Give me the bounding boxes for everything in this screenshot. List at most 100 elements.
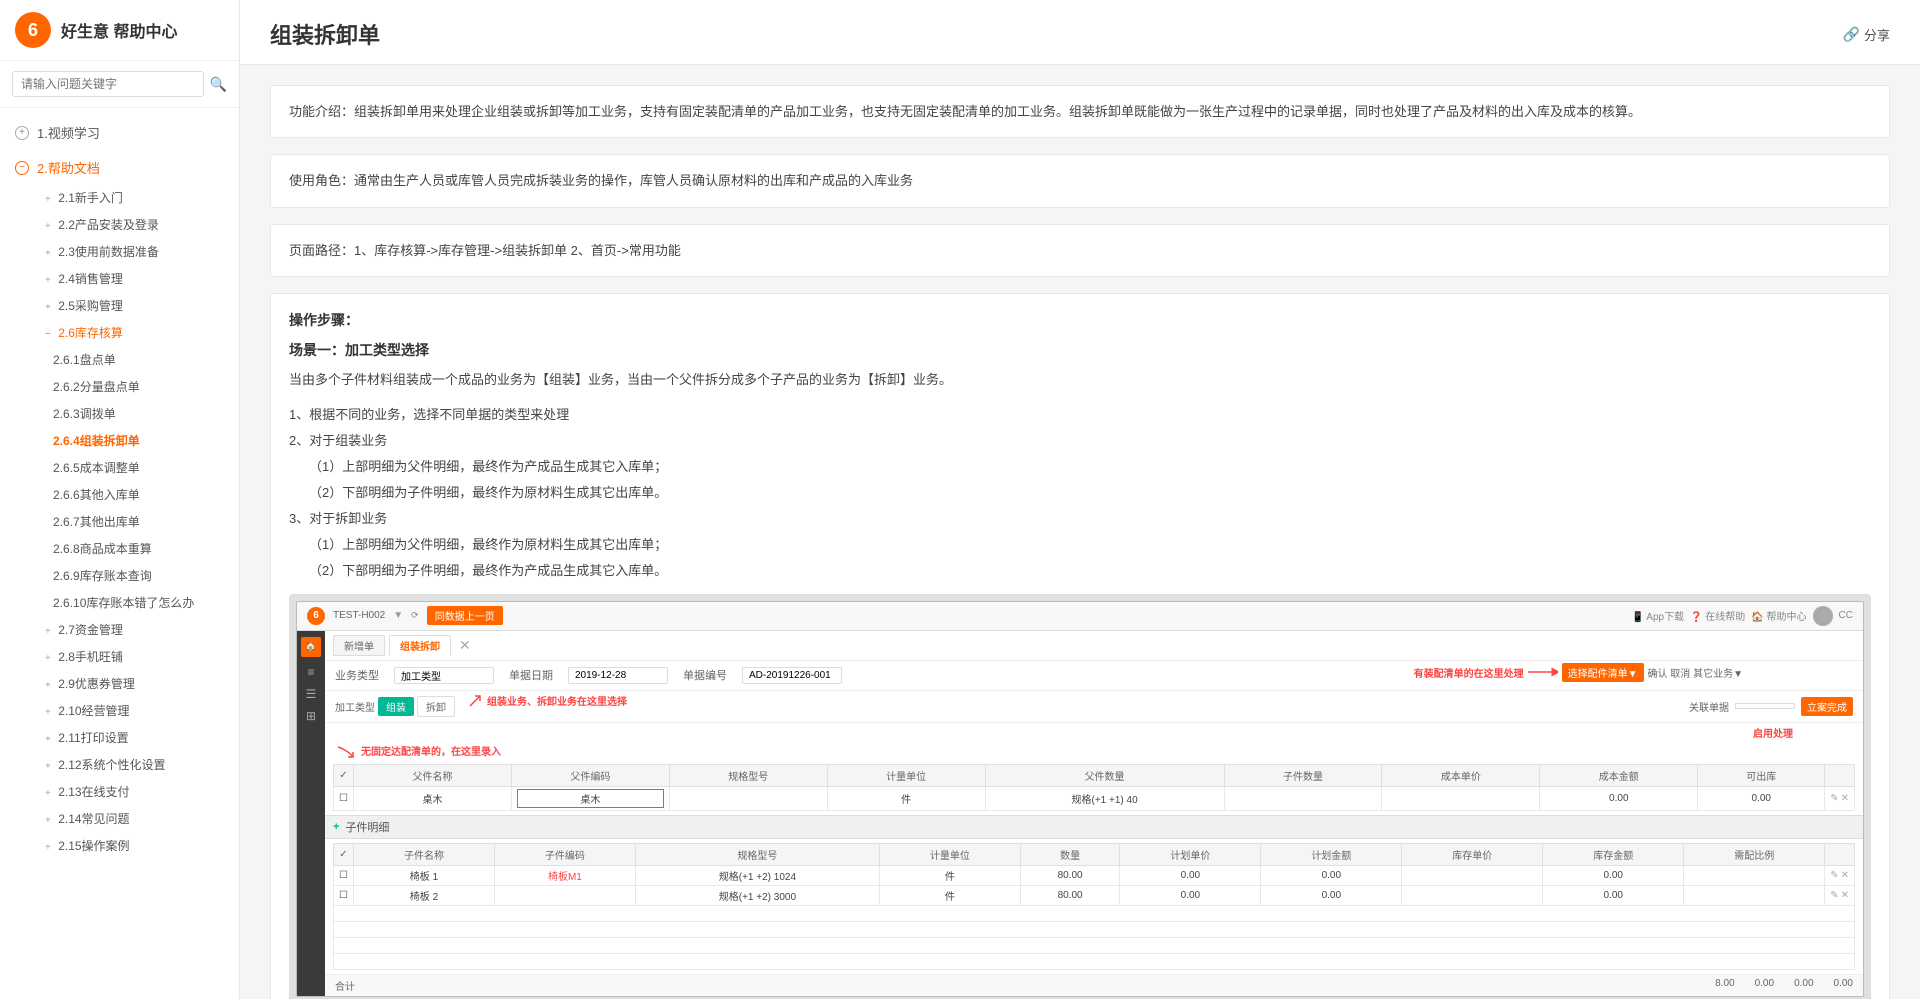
mock-upper-arrow	[333, 742, 357, 760]
role-box: 使用角色：通常由生产人员或库管人员完成拆装业务的操作，库管人员确认原材料的出库和…	[270, 154, 1890, 207]
mock-empty-row-2	[334, 921, 1855, 937]
mock-empty-row-1	[334, 905, 1855, 921]
mock-input-order[interactable]	[742, 667, 842, 684]
sidebar: 6 好生意 帮助中心 🔍 + 1.视频学习 − 2.帮助文档 + 2.1新手入门	[0, 0, 240, 999]
mock-edit-icon-2[interactable]: ✎	[1830, 890, 1838, 901]
sidebar-item-faq[interactable]: + 2.14常见问题	[35, 805, 239, 832]
share-button[interactable]: 🔗 分享	[1843, 25, 1890, 44]
plus-icon-210: +	[45, 707, 51, 718]
mock-total-right: 0.00	[1834, 978, 1853, 993]
mock-col-parent-name: 父件名称	[354, 764, 512, 786]
sidebar-item-data-prep[interactable]: + 2.3使用前数据准备	[35, 238, 239, 265]
plus-icon-21: +	[45, 194, 51, 205]
inventory-sub-children: 2.6.1盘点单 2.6.2分量盘点单 2.6.3调拨单 2.6.4组装拆卸单 …	[35, 346, 239, 616]
sidebar-item-ops[interactable]: + 2.10经营管理	[35, 697, 239, 724]
search-button[interactable]: 🔍	[210, 76, 227, 93]
sidebar-item-stock-fix[interactable]: 2.6.10库存账本错了怎么办	[45, 589, 239, 616]
mock-delete-icon-2[interactable]: ✕	[1841, 890, 1849, 901]
mock-appstore: 📱 App下载	[1632, 608, 1684, 623]
sidebar-item-cost-recalc[interactable]: 2.6.8商品成本重算	[45, 535, 239, 562]
plus-icon-214: +	[45, 815, 51, 826]
mock-cell-unit: 件	[827, 786, 985, 810]
mock-delete-icon[interactable]: ✕	[1841, 793, 1849, 804]
sidebar-item-print[interactable]: + 2.11打印设置	[35, 724, 239, 751]
mock-prev-btn[interactable]: 同数据上一页	[427, 606, 503, 625]
mock-cell-cprice	[1382, 786, 1540, 810]
mock-icon-bar: 🏠 ≡ ☰ ⊞	[297, 631, 325, 996]
app-name: 好生意 帮助中心	[61, 18, 177, 42]
plus-icon-28: +	[45, 653, 51, 664]
nav-section-2: − 2.帮助文档 + 2.1新手入门 + 2.2产品安装及登录 + 2.3使用前…	[0, 151, 239, 859]
steps-list: 1、根据不同的业务，选择不同单据的类型来处理 2、对于组装业务 （1）上部明细为…	[289, 402, 1871, 584]
mock-tab-new[interactable]: 新增单	[333, 635, 385, 656]
sidebar-item-payment[interactable]: + 2.13在线支付	[35, 778, 239, 805]
mock-tab-assembly[interactable]: 组装拆卸	[389, 635, 451, 656]
mock-type-assemble[interactable]: 组装	[378, 697, 414, 716]
mock-process-annotation-row: 启用处理	[325, 723, 1863, 742]
mock-logo: 6	[307, 607, 325, 625]
sidebar-item-other-out[interactable]: 2.6.7其他出库单	[45, 508, 239, 535]
mock-lh-ratio: 需配比例	[1684, 843, 1825, 865]
mock-close-icon[interactable]: ✕	[459, 637, 471, 654]
nav-section-1: + 1.视频学习	[0, 116, 239, 149]
mock-label-order: 单据编号	[683, 667, 727, 683]
sidebar-item-install[interactable]: + 2.2产品安装及登录	[35, 211, 239, 238]
sidebar-item-assembly[interactable]: 2.6.4组装拆卸单	[45, 427, 239, 454]
mock-type-disassemble[interactable]: 拆卸	[417, 696, 455, 717]
mock-icon-3: ⊞	[306, 709, 316, 723]
mock-delete-icon-1[interactable]: ✕	[1841, 870, 1849, 881]
mock-lh-check: ✓	[334, 843, 354, 865]
step2-sub2: （2）下部明细为子件明细，最终作为原材料生成其它出库单。	[309, 480, 1871, 506]
sidebar-item-custom[interactable]: + 2.12系统个性化设置	[35, 751, 239, 778]
table-row	[334, 905, 1855, 921]
sidebar-item-stock-query[interactable]: 2.6.9库存账本查询	[45, 562, 239, 589]
sidebar-item-transfer[interactable]: 2.6.3调拨单	[45, 400, 239, 427]
mock-type-label: 加工类型	[335, 699, 375, 714]
mock-ld-check-2[interactable]: ☐	[334, 885, 354, 905]
sidebar-item-cases[interactable]: + 2.15操作案例	[35, 832, 239, 859]
mock-col-check: ✓	[334, 764, 354, 786]
mock-cell-avail: 0.00	[1698, 786, 1825, 810]
mock-ld-unit-2: 件	[879, 885, 1020, 905]
sidebar-item-inventory[interactable]: − 2.6库存核算	[35, 319, 239, 346]
sidebar-item-purchase[interactable]: + 2.5采购管理	[35, 292, 239, 319]
mock-empty-row-3	[334, 937, 1855, 953]
mock-edit-icon[interactable]: ✎	[1830, 793, 1838, 804]
mock-choose-btn[interactable]: 选择配件清单▼	[1562, 663, 1644, 682]
screenshot: 6 TEST-H002 ▼ ⟳ 同数据上一页 📱 App下载 ❓ 在线帮助 🏠 …	[289, 594, 1871, 999]
sidebar-item-stocktake[interactable]: 2.6.1盘点单	[45, 346, 239, 373]
sidebar-item-beginner[interactable]: + 2.1新手入门	[35, 184, 239, 211]
mock-process-input[interactable]	[1735, 703, 1795, 709]
mock-input-date[interactable]	[568, 667, 668, 684]
mock-ld-spec-1: 规格(+1 +2) 1024	[635, 865, 879, 885]
sidebar-item-cost-adjust[interactable]: 2.6.5成本调整单	[45, 454, 239, 481]
plus-icon-25: +	[45, 302, 51, 313]
mock-total-qty: 8.00	[1715, 978, 1734, 993]
mock-edit-icon-1[interactable]: ✎	[1830, 870, 1838, 881]
sidebar-item-finance[interactable]: + 2.7资金管理	[35, 616, 239, 643]
mock-row-actions: ✎ ✕	[1830, 793, 1849, 804]
sidebar-item-other-in[interactable]: 2.6.6其他入库单	[45, 481, 239, 508]
sidebar-item-mobile[interactable]: + 2.8手机旺铺	[35, 643, 239, 670]
sidebar-item-partial-stocktake[interactable]: 2.6.2分量盘点单	[45, 373, 239, 400]
mock-cell-check[interactable]: ☐	[334, 786, 354, 810]
mock-process-ann-text: 启用处理	[1753, 725, 1793, 740]
mock-ld-unit-1: 件	[879, 865, 1020, 885]
sidebar-item-coupon[interactable]: + 2.9优惠券管理	[35, 670, 239, 697]
plus-icon-211: +	[45, 734, 51, 745]
sidebar-item-docs[interactable]: − 2.帮助文档	[0, 151, 239, 184]
sidebar-item-videos[interactable]: + 1.视频学习	[0, 116, 239, 149]
mock-ld-check-1[interactable]: ☐	[334, 865, 354, 885]
plus-icon-215: +	[45, 842, 51, 853]
sidebar-item-sales[interactable]: + 2.4销售管理	[35, 265, 239, 292]
mock-lh-stock-amt: 库存金额	[1543, 843, 1684, 865]
sidebar-header: 6 好生意 帮助中心	[0, 0, 239, 61]
table-row: ☐ 椅板 1 椅板M1 规格(+1 +2) 1024 件 80.00 0.00	[334, 865, 1855, 885]
mock-pcode-input[interactable]: 桌木	[517, 789, 664, 808]
search-input[interactable]	[12, 71, 204, 97]
mock-ld-pp-2: 0.00	[1120, 885, 1261, 905]
mock-process-btn[interactable]: 立案完成	[1801, 697, 1853, 716]
mock-upper-annotation: 无固定达配清单的，在这里录入	[333, 742, 1855, 760]
mock-input-type[interactable]	[394, 667, 494, 684]
mock-lh-unit: 计量单位	[879, 843, 1020, 865]
